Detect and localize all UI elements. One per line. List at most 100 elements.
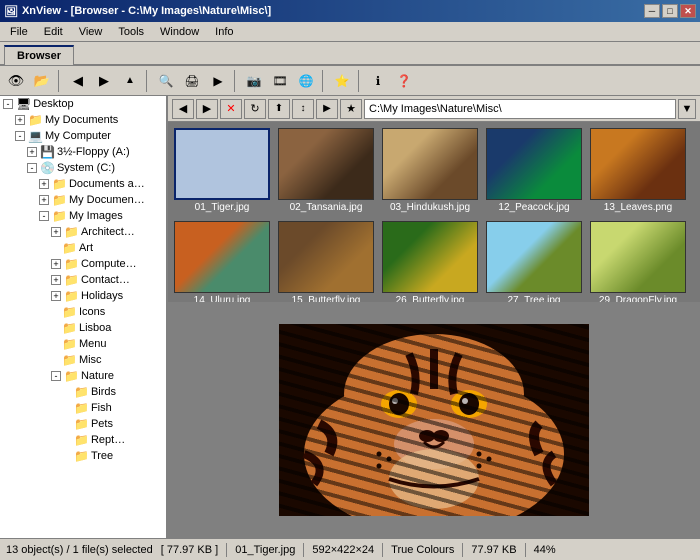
tree-item-nature[interactable]: - 📁 Nature <box>0 368 166 384</box>
tree-item-pets[interactable]: 📁 Pets <box>0 416 166 432</box>
menu-file[interactable]: File <box>4 24 34 40</box>
toolbar-folder[interactable]: 📂 <box>30 69 54 93</box>
tree-item-birds[interactable]: 📁 Birds <box>0 384 166 400</box>
toolbar-up[interactable]: ▲ <box>118 69 142 93</box>
tree-item-fish[interactable]: 📁 Fish <box>0 400 166 416</box>
menu-info[interactable]: Info <box>209 24 239 40</box>
thumbnail-label: 03_Hindukush.jpg <box>390 202 470 213</box>
minimize-button[interactable]: ─ <box>644 4 660 18</box>
tree-item-tree[interactable]: 📁 Tree <box>0 448 166 464</box>
addr-btn-sort[interactable]: ↕ <box>292 99 314 119</box>
tree-item-myimages[interactable]: - 📁 My Images <box>0 208 166 224</box>
tree-label-fish: Fish <box>91 402 112 414</box>
thumbnail-item[interactable]: 29_DragonFly.jpg <box>588 219 688 302</box>
expand-desktop[interactable]: - <box>3 99 13 109</box>
addr-btn-back[interactable]: ◀ <box>172 99 194 119</box>
tree-item-desktop[interactable]: - 🖥 Desktop <box>0 96 166 112</box>
thumbnail-item[interactable]: 27_Tree.jpg <box>484 219 584 302</box>
tree-item-menu[interactable]: 📁 Menu <box>0 336 166 352</box>
toolbar-search[interactable]: 🔍 <box>154 69 178 93</box>
toolbar-back[interactable]: ◀ <box>66 69 90 93</box>
toolbar-film[interactable]: 🎞 <box>268 69 292 93</box>
toolbar-info[interactable]: ℹ <box>366 69 390 93</box>
thumbnail-item[interactable]: 03_Hindukush.jpg <box>380 126 480 215</box>
toolbar-slideshow[interactable]: ▶ <box>206 69 230 93</box>
toolbar-print[interactable]: 🖨 <box>180 69 204 93</box>
menu-window[interactable]: Window <box>154 24 205 40</box>
thumbnail-item[interactable]: 26_Butterfly.jpg <box>380 219 480 302</box>
tree-item-holidays[interactable]: + 📁 Holidays <box>0 288 166 304</box>
tree-item-mycomp[interactable]: - 💻 My Computer <box>0 128 166 144</box>
thumbnail-item[interactable]: 12_Peacock.jpg <box>484 126 584 215</box>
tree-label-docsa: Documents a… <box>69 178 145 190</box>
tree-item-architect[interactable]: + 📁 Architect… <box>0 224 166 240</box>
menu-view[interactable]: View <box>73 24 109 40</box>
tree-label-desktop: Desktop <box>33 98 73 110</box>
address-input[interactable]: C:\My Images\Nature\Misc\ <box>364 99 676 119</box>
expand-contact[interactable]: + <box>51 275 61 285</box>
window-title: XnView - [Browser - C:\My Images\Nature\… <box>22 5 271 17</box>
address-dropdown[interactable]: ▼ <box>678 99 696 119</box>
tree-item-contact[interactable]: + 📁 Contact… <box>0 272 166 288</box>
menu-edit[interactable]: Edit <box>38 24 69 40</box>
toolbar-eye[interactable]: 👁 <box>4 69 28 93</box>
addr-btn-forward[interactable]: ▶ <box>196 99 218 119</box>
addr-btn-stop[interactable]: ✕ <box>220 99 242 119</box>
expand-docsa[interactable]: + <box>39 179 49 189</box>
thumbnail-item[interactable]: 13_Leaves.png <box>588 126 688 215</box>
toolbar-forward[interactable]: ▶ <box>92 69 116 93</box>
addr-btn-go[interactable]: ▶ <box>316 99 338 119</box>
browser-pane: ◀ ▶ ✕ ↻ ⬆ ↕ ▶ ★ C:\My Images\Nature\Misc… <box>168 96 700 538</box>
addr-btn-home[interactable]: ⬆ <box>268 99 290 119</box>
status-filename: 01_Tiger.jpg <box>235 544 295 556</box>
tree-item-docsa[interactable]: + 📁 Documents a… <box>0 176 166 192</box>
tree-item-art[interactable]: 📁 Art <box>0 240 166 256</box>
menu-bar: File Edit View Tools Window Info <box>0 22 700 42</box>
sidebar-tree: - 🖥 Desktop + 📁 My Documents - 💻 My Comp… <box>0 96 168 538</box>
thumbnail-item[interactable]: 01_Tiger.jpg <box>172 126 272 215</box>
thumbnail-image <box>486 128 582 200</box>
expand-mydocs[interactable]: + <box>15 115 25 125</box>
tree-item-lisboa[interactable]: 📁 Lisboa <box>0 320 166 336</box>
tab-browser[interactable]: Browser <box>4 45 74 65</box>
tree-item-system[interactable]: - 💿 System (C:) <box>0 160 166 176</box>
toolbar-sep-2 <box>146 70 150 92</box>
toolbar-help[interactable]: ❓ <box>392 69 416 93</box>
expand-myimages[interactable]: - <box>39 211 49 221</box>
thumbnail-image <box>174 128 270 200</box>
tree-item-floppy[interactable]: + 💾 3½-Floppy (A:) <box>0 144 166 160</box>
title-bar-left: 🖼 XnView - [Browser - C:\My Images\Natur… <box>4 5 271 18</box>
thumbnail-item[interactable]: 14_Uluru.jpg <box>172 219 272 302</box>
expand-holidays[interactable]: + <box>51 291 61 301</box>
expand-architect[interactable]: + <box>51 227 61 237</box>
thumbnail-label: 29_DragonFly.jpg <box>599 295 677 302</box>
menu-tools[interactable]: Tools <box>112 24 150 40</box>
tree-item-rept[interactable]: 📁 Rept… <box>0 432 166 448</box>
addr-btn-refresh[interactable]: ↻ <box>244 99 266 119</box>
tree-item-icons[interactable]: 📁 Icons <box>0 304 166 320</box>
tree-item-misc[interactable]: 📁 Misc <box>0 352 166 368</box>
thumbnail-label: 27_Tree.jpg <box>508 295 561 302</box>
expand-mycomp[interactable]: - <box>15 131 25 141</box>
close-button[interactable]: ✕ <box>680 4 696 18</box>
expand-mydocsc[interactable]: + <box>39 195 49 205</box>
expand-nature[interactable]: - <box>51 371 61 381</box>
expand-system[interactable]: - <box>27 163 37 173</box>
title-bar-controls: ─ □ ✕ <box>644 4 696 18</box>
toolbar-star[interactable]: ⭐ <box>330 69 354 93</box>
tree-label-mydocsc: My Documen… <box>69 194 145 206</box>
status-dimensions: 592×422×24 <box>312 544 374 556</box>
tree-item-mydocs[interactable]: + 📁 My Documents <box>0 112 166 128</box>
expand-computer[interactable]: + <box>51 259 61 269</box>
expand-floppy[interactable]: + <box>27 147 37 157</box>
toolbar-camera[interactable]: 📷 <box>242 69 266 93</box>
addr-btn-fav[interactable]: ★ <box>340 99 362 119</box>
thumbnail-item[interactable]: 02_Tansania.jpg <box>276 126 376 215</box>
toolbar-sep-5 <box>358 70 362 92</box>
tree-item-computer[interactable]: + 📁 Compute… <box>0 256 166 272</box>
thumbnail-image <box>382 128 478 200</box>
maximize-button[interactable]: □ <box>662 4 678 18</box>
thumbnail-item[interactable]: 15_Butterfly.jpg <box>276 219 376 302</box>
toolbar-globe[interactable]: 🌐 <box>294 69 318 93</box>
tree-item-mydocsc[interactable]: + 📁 My Documen… <box>0 192 166 208</box>
